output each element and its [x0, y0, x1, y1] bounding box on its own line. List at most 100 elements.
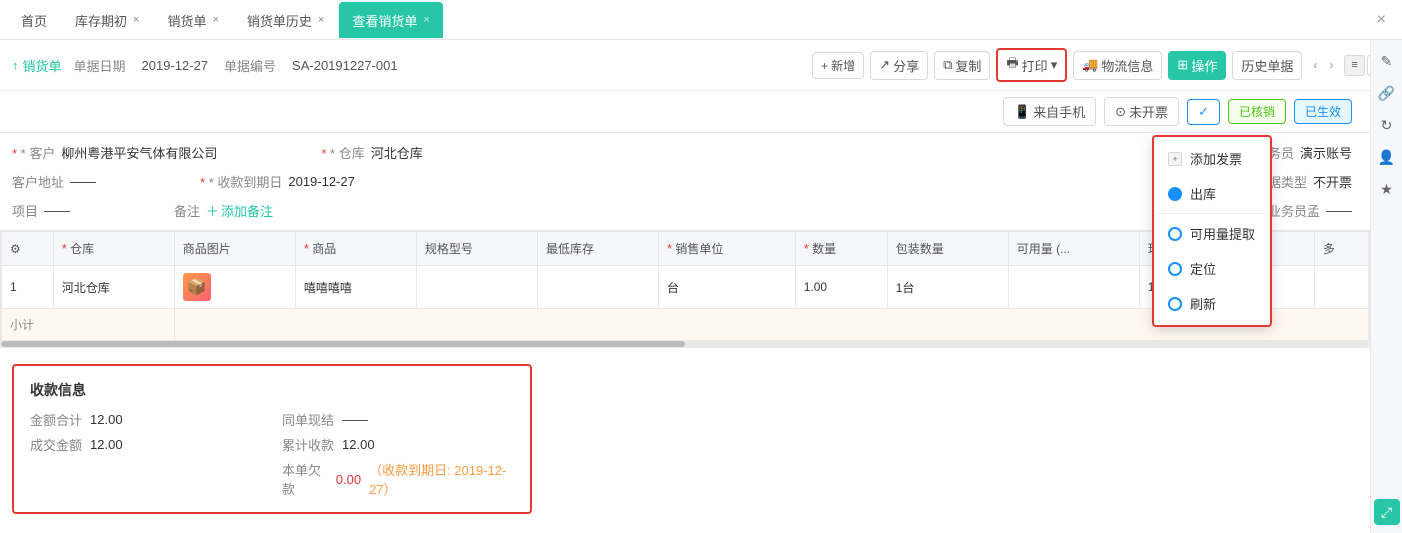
- nav-arrows: ‹ ›: [1308, 55, 1338, 75]
- col-warehouse: * 仓库: [53, 232, 174, 266]
- sidebar-expand-icon[interactable]: ⤢: [1374, 499, 1400, 525]
- address-field: 客户地址 ——: [12, 172, 96, 191]
- sidebar-edit-icon[interactable]: ✎: [1374, 48, 1400, 74]
- warehouse-field: * 仓库 河北仓库: [321, 143, 422, 162]
- logistics-button[interactable]: 🚚 物流信息: [1073, 51, 1162, 80]
- copy-icon: ⧉: [943, 57, 952, 73]
- col-spec: 规格型号: [416, 232, 537, 266]
- doc-meta: 单据日期 2019-12-27 单据编号 SA-20191227-001: [74, 56, 800, 75]
- same-order-value: ——: [342, 412, 368, 427]
- sidebar-star-icon[interactable]: ★: [1374, 176, 1400, 202]
- payment-row-same-order: 同单现结 ——: [282, 410, 514, 429]
- logistics-icon: 🚚: [1082, 57, 1098, 73]
- cumulative-label: 累计收款: [282, 435, 334, 454]
- same-order-label: 同单现结: [282, 410, 334, 429]
- balance-value: 0.00: [336, 472, 361, 487]
- doc-date-value: 2019-12-27: [142, 58, 209, 73]
- col-settings[interactable]: ⚙: [2, 232, 54, 266]
- operations-button[interactable]: ⊞ 操作: [1168, 51, 1226, 80]
- not-open-btn[interactable]: ⊙ 未开票: [1104, 97, 1179, 126]
- tab-view-sales[interactable]: 查看销货单 ×: [339, 2, 442, 38]
- warehouse-label: * 仓库: [321, 143, 364, 162]
- tab-sales-history-label: 销货单历史: [247, 11, 312, 30]
- row-pkg-qty: 1台: [887, 266, 1008, 309]
- view-list-btn[interactable]: ≡: [1344, 55, 1364, 76]
- amount-total-value: 12.00: [90, 412, 123, 427]
- tab-sales-history-close[interactable]: ×: [318, 14, 324, 26]
- right-sidebar: ✎ 🔗 ↻ 👤 ★ ⤢: [1370, 40, 1402, 533]
- confirm-icon: ✓: [1198, 104, 1209, 120]
- menu-outbound[interactable]: 出库: [1154, 176, 1270, 211]
- sidebar-user-icon[interactable]: 👤: [1374, 144, 1400, 170]
- table-scrollbar[interactable]: [1, 341, 1369, 347]
- copy-button[interactable]: ⧉ 复制: [934, 51, 990, 80]
- project-label: 项目: [12, 201, 38, 220]
- payment-section: 收款信息 金额合计 12.00 同单现结 —— 成交金额 12.00 累计收款 …: [12, 364, 532, 514]
- menu-locate[interactable]: 定位: [1154, 251, 1270, 286]
- project-field: 项目 ——: [12, 201, 70, 220]
- form-row-2: 客户地址 —— * 收款到期日 2019-12-27 * 票据类型 不开票: [12, 172, 1352, 191]
- payment-row-cumulative: 累计收款 12.00: [282, 435, 514, 454]
- doc-header: ↑ 销货单 单据日期 2019-12-27 单据编号 SA-20191227-0…: [0, 40, 1402, 91]
- next-arrow[interactable]: ›: [1324, 55, 1338, 75]
- print-icon: 🖶: [1006, 54, 1018, 76]
- menu-available-pickup[interactable]: 可用量提取: [1154, 216, 1270, 251]
- address-label: 客户地址: [12, 172, 64, 191]
- window-close-button[interactable]: ×: [1369, 11, 1394, 29]
- tab-inventory-init-close[interactable]: ×: [133, 14, 139, 26]
- status-effective-badge: 已生效: [1294, 99, 1352, 124]
- payment-grid: 金额合计 12.00 同单现结 —— 成交金额 12.00 累计收款 12.00…: [30, 410, 514, 498]
- tab-sales-order-label: 销货单: [167, 11, 206, 30]
- cumulative-value: 12.00: [342, 437, 375, 452]
- from-phone-btn[interactable]: 📱 来自手机: [1003, 97, 1096, 126]
- customer-label: * 客户: [12, 143, 55, 162]
- plus-icon: ＋: [206, 201, 219, 220]
- tab-inventory-init[interactable]: 库存期初 ×: [62, 2, 152, 38]
- row-index: 1: [2, 266, 54, 309]
- col-more: 多: [1314, 232, 1368, 266]
- refresh-icon: [1168, 297, 1182, 311]
- print-button[interactable]: 🖶 打印 ▾: [996, 48, 1067, 82]
- col-min-stock: 最低库存: [537, 232, 658, 266]
- tab-sales-history[interactable]: 销货单历史 ×: [234, 2, 337, 38]
- customer-field: * 客户 柳州粤港平安气体有限公司: [12, 143, 217, 162]
- col-image: 商品图片: [174, 232, 295, 266]
- doc-title-text: 销货单: [23, 56, 62, 75]
- transaction-label: 成交金额: [30, 435, 82, 454]
- prev-arrow[interactable]: ‹: [1308, 55, 1322, 75]
- share-button[interactable]: ↗ 分享: [870, 51, 928, 80]
- sidebar-refresh-icon[interactable]: ↻: [1374, 112, 1400, 138]
- form-row-1: * 客户 柳州粤港平安气体有限公司 * 仓库 河北仓库 业务员 演示账号: [12, 143, 1352, 162]
- transaction-value: 12.00: [90, 437, 123, 452]
- doc-title: ↑ 销货单: [12, 56, 62, 75]
- staff-value: 演示账号: [1300, 143, 1352, 162]
- not-open-icon: ⊙: [1115, 104, 1126, 120]
- add-note-btn[interactable]: ＋ 添加备注: [206, 201, 273, 220]
- tab-home[interactable]: 首页: [8, 2, 60, 38]
- payment-row-transaction: 成交金额 12.00: [30, 435, 262, 454]
- add-invoice-icon: +: [1168, 152, 1182, 166]
- outbound-icon: [1168, 187, 1182, 201]
- row-qty: 1.00: [795, 266, 887, 309]
- invoice-value: 不开票: [1313, 172, 1352, 191]
- tab-sales-order-close[interactable]: ×: [212, 14, 218, 26]
- amount-total-label: 金额合计: [30, 410, 82, 429]
- tab-view-sales-close[interactable]: ×: [423, 14, 429, 26]
- available-pickup-icon: [1168, 227, 1182, 241]
- operations-icon: ⊞: [1177, 57, 1188, 73]
- address-value: ——: [70, 174, 96, 189]
- menu-add-invoice[interactable]: + 添加发票: [1154, 141, 1270, 176]
- history-button[interactable]: 历史单据: [1232, 51, 1302, 80]
- subtotal-label: 小计: [2, 309, 175, 341]
- payment-row-balance: 本单欠款 0.00 （收款到期日: 2019-12-27）: [282, 460, 514, 498]
- confirm-btn[interactable]: ✓: [1187, 99, 1220, 125]
- locate-icon: [1168, 262, 1182, 276]
- col-pkg-qty: 包装数量: [887, 232, 1008, 266]
- sidebar-link-icon[interactable]: 🔗: [1374, 80, 1400, 106]
- tab-sales-order[interactable]: 销货单 ×: [154, 2, 231, 38]
- tab-inventory-init-label: 库存期初: [75, 11, 127, 30]
- new-button[interactable]: + 新增: [812, 52, 864, 79]
- menu-refresh[interactable]: 刷新: [1154, 286, 1270, 321]
- payment-row-total: 金额合计 12.00: [30, 410, 262, 429]
- col-unit: * 销售单位: [659, 232, 796, 266]
